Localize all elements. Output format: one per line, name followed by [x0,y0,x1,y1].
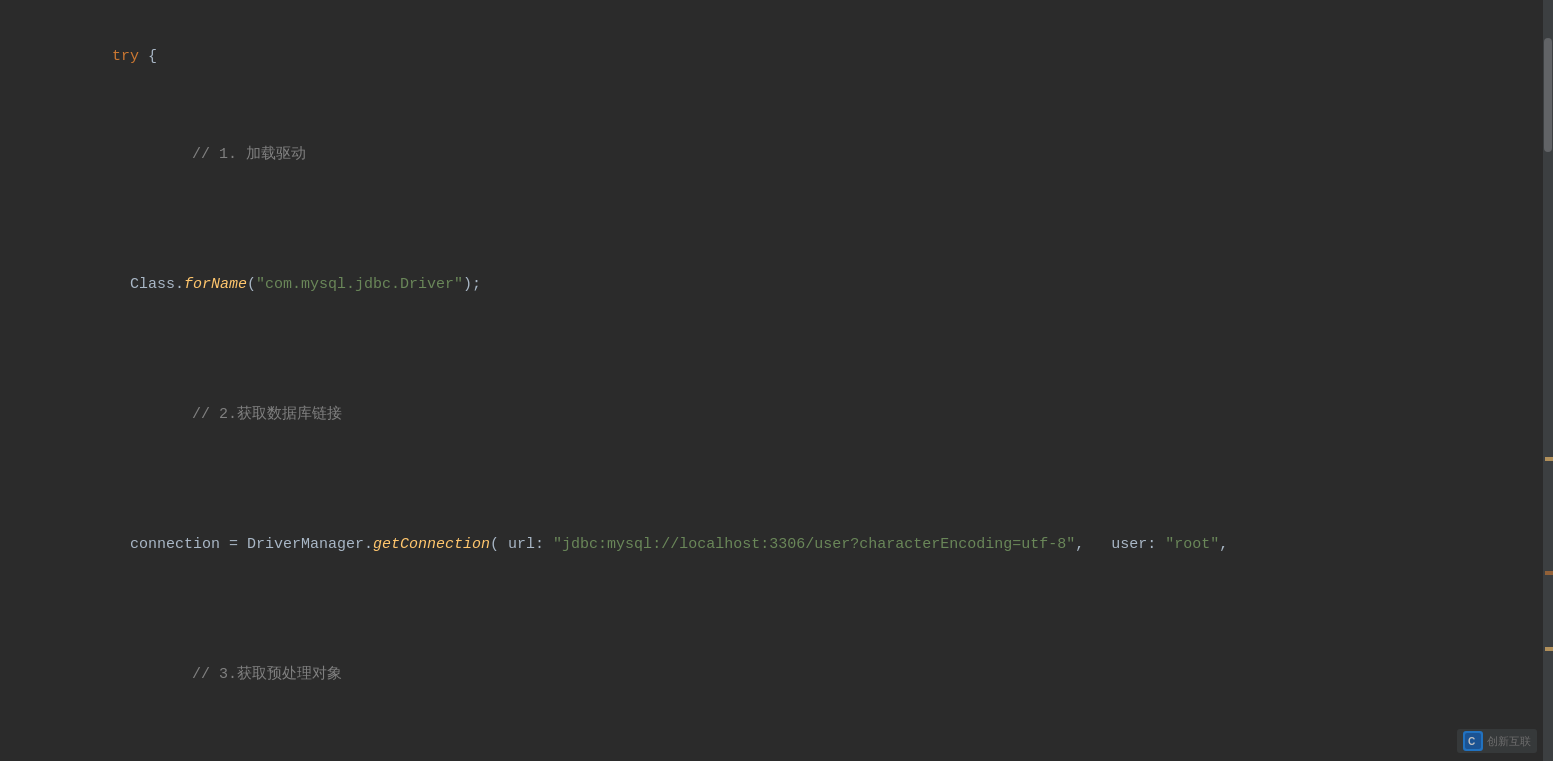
line-content-5: connection = DriverManager.getConnection… [50,465,1553,625]
code-editor[interactable]: try { // 1. 加载驱动 Class.forName("com.mysq… [0,0,1553,761]
code-line-7: preparedStatement = connection.prepareSt… [0,724,1553,761]
line-content-6: // 3.获取预处理对象 [50,627,1553,723]
line-content-3: Class.forName("com.mysql.jdbc.Driver"); [50,205,1553,365]
scrollbar-marker-3 [1545,647,1553,651]
line-content-2: // 1. 加载驱动 [50,107,1553,203]
code-line-3: Class.forName("com.mysql.jdbc.Driver"); [0,204,1553,366]
svg-text:C: C [1468,736,1475,747]
line-content-4: // 2.获取数据库链接 [50,367,1553,463]
code-line-2: // 1. 加载驱动 [0,106,1553,204]
comment-1: // 1. 加载驱动 [112,146,306,163]
code-line-4: // 2.获取数据库链接 [0,366,1553,464]
code-line-1: try { [0,8,1553,106]
line-content-1: try { [50,9,1553,105]
watermark: C 创新互联 [1457,729,1537,753]
scrollbar-marker-2 [1545,571,1553,575]
keyword-try: try [112,48,139,65]
watermark-label: 创新互联 [1487,734,1531,749]
comment-2: // 2.获取数据库链接 [112,406,342,423]
scrollbar-marker-1 [1545,457,1553,461]
comment-3: // 3.获取预处理对象 [112,666,342,683]
scrollbar-track[interactable] [1543,0,1553,761]
code-line-5: connection = DriverManager.getConnection… [0,464,1553,626]
line-content-7: preparedStatement = connection.prepareSt… [50,725,1553,761]
watermark-icon: C [1463,731,1483,751]
code-line-6: // 3.获取预处理对象 [0,626,1553,724]
watermark-box: C 创新互联 [1457,729,1537,753]
scrollbar-thumb[interactable] [1544,38,1552,152]
